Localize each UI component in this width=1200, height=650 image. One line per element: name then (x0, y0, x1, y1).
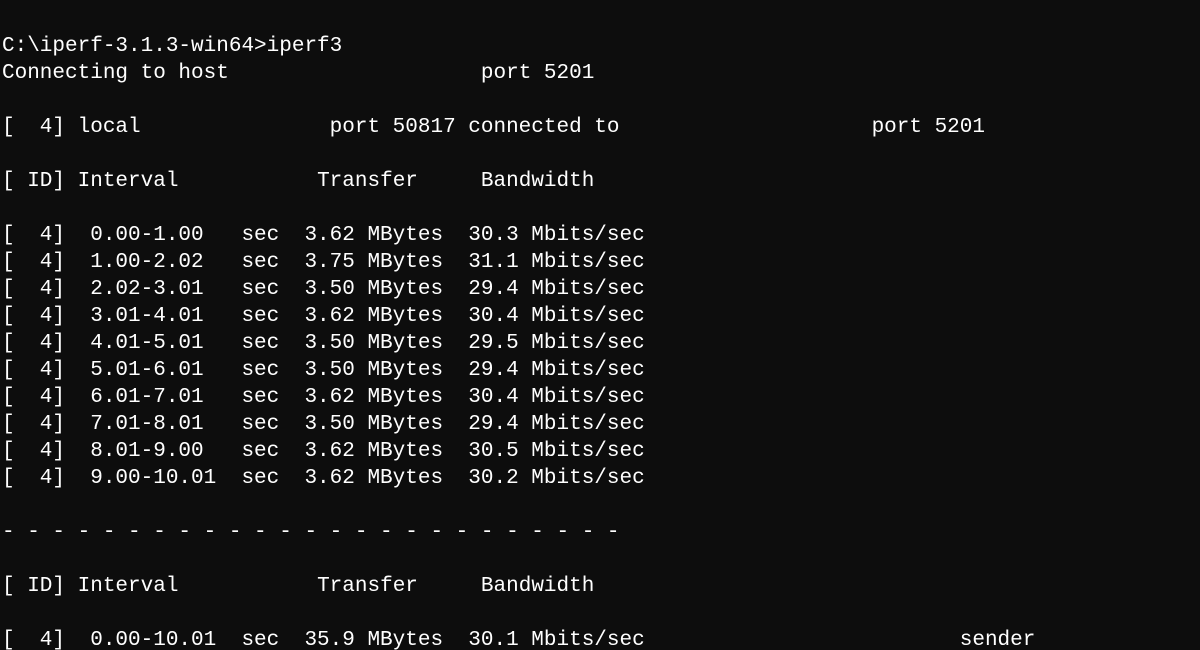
header-row: [ ID] Interval Transfer Bandwidth (2, 168, 1198, 195)
interval-row: [ 4] 2.02-3.01 sec 3.50 MBytes 29.4 Mbit… (2, 276, 1198, 303)
interval-row: [ 4] 7.01-8.01 sec 3.50 MBytes 29.4 Mbit… (2, 411, 1198, 438)
interval-row: [ 4] 4.01-5.01 sec 3.50 MBytes 29.5 Mbit… (2, 330, 1198, 357)
interval-row: [ 4] 5.01-6.01 sec 3.50 MBytes 29.4 Mbit… (2, 357, 1198, 384)
interval-row: [ 4] 8.01-9.00 sec 3.62 MBytes 30.5 Mbit… (2, 438, 1198, 465)
interval-row: [ 4] 9.00-10.01 sec 3.62 MBytes 30.2 Mbi… (2, 465, 1198, 492)
interval-row: [ 4] 3.01-4.01 sec 3.62 MBytes 30.4 Mbit… (2, 303, 1198, 330)
interval-row: [ 4] 0.00-1.00 sec 3.62 MBytes 30.3 Mbit… (2, 222, 1198, 249)
local-connection-line: [ 4] local port 50817 connected to port … (2, 114, 1198, 141)
interval-row: [ 4] 1.00-2.02 sec 3.75 MBytes 31.1 Mbit… (2, 249, 1198, 276)
command-prompt-line: C:\iperf-3.1.3-win64>iperf3 (2, 35, 342, 58)
separator-line: - - - - - - - - - - - - - - - - - - - - … (2, 519, 1198, 546)
interval-row: [ 4] 6.01-7.01 sec 3.62 MBytes 30.4 Mbit… (2, 384, 1198, 411)
summary-row: [ 4] 0.00-10.01 sec 35.9 MBytes 30.1 Mbi… (2, 627, 1198, 650)
terminal-output[interactable]: C:\iperf-3.1.3-win64>iperf3 Connecting t… (0, 0, 1200, 650)
connecting-line: Connecting to host port 5201 (2, 60, 1198, 87)
summary-header-row: [ ID] Interval Transfer Bandwidth (2, 573, 1198, 600)
